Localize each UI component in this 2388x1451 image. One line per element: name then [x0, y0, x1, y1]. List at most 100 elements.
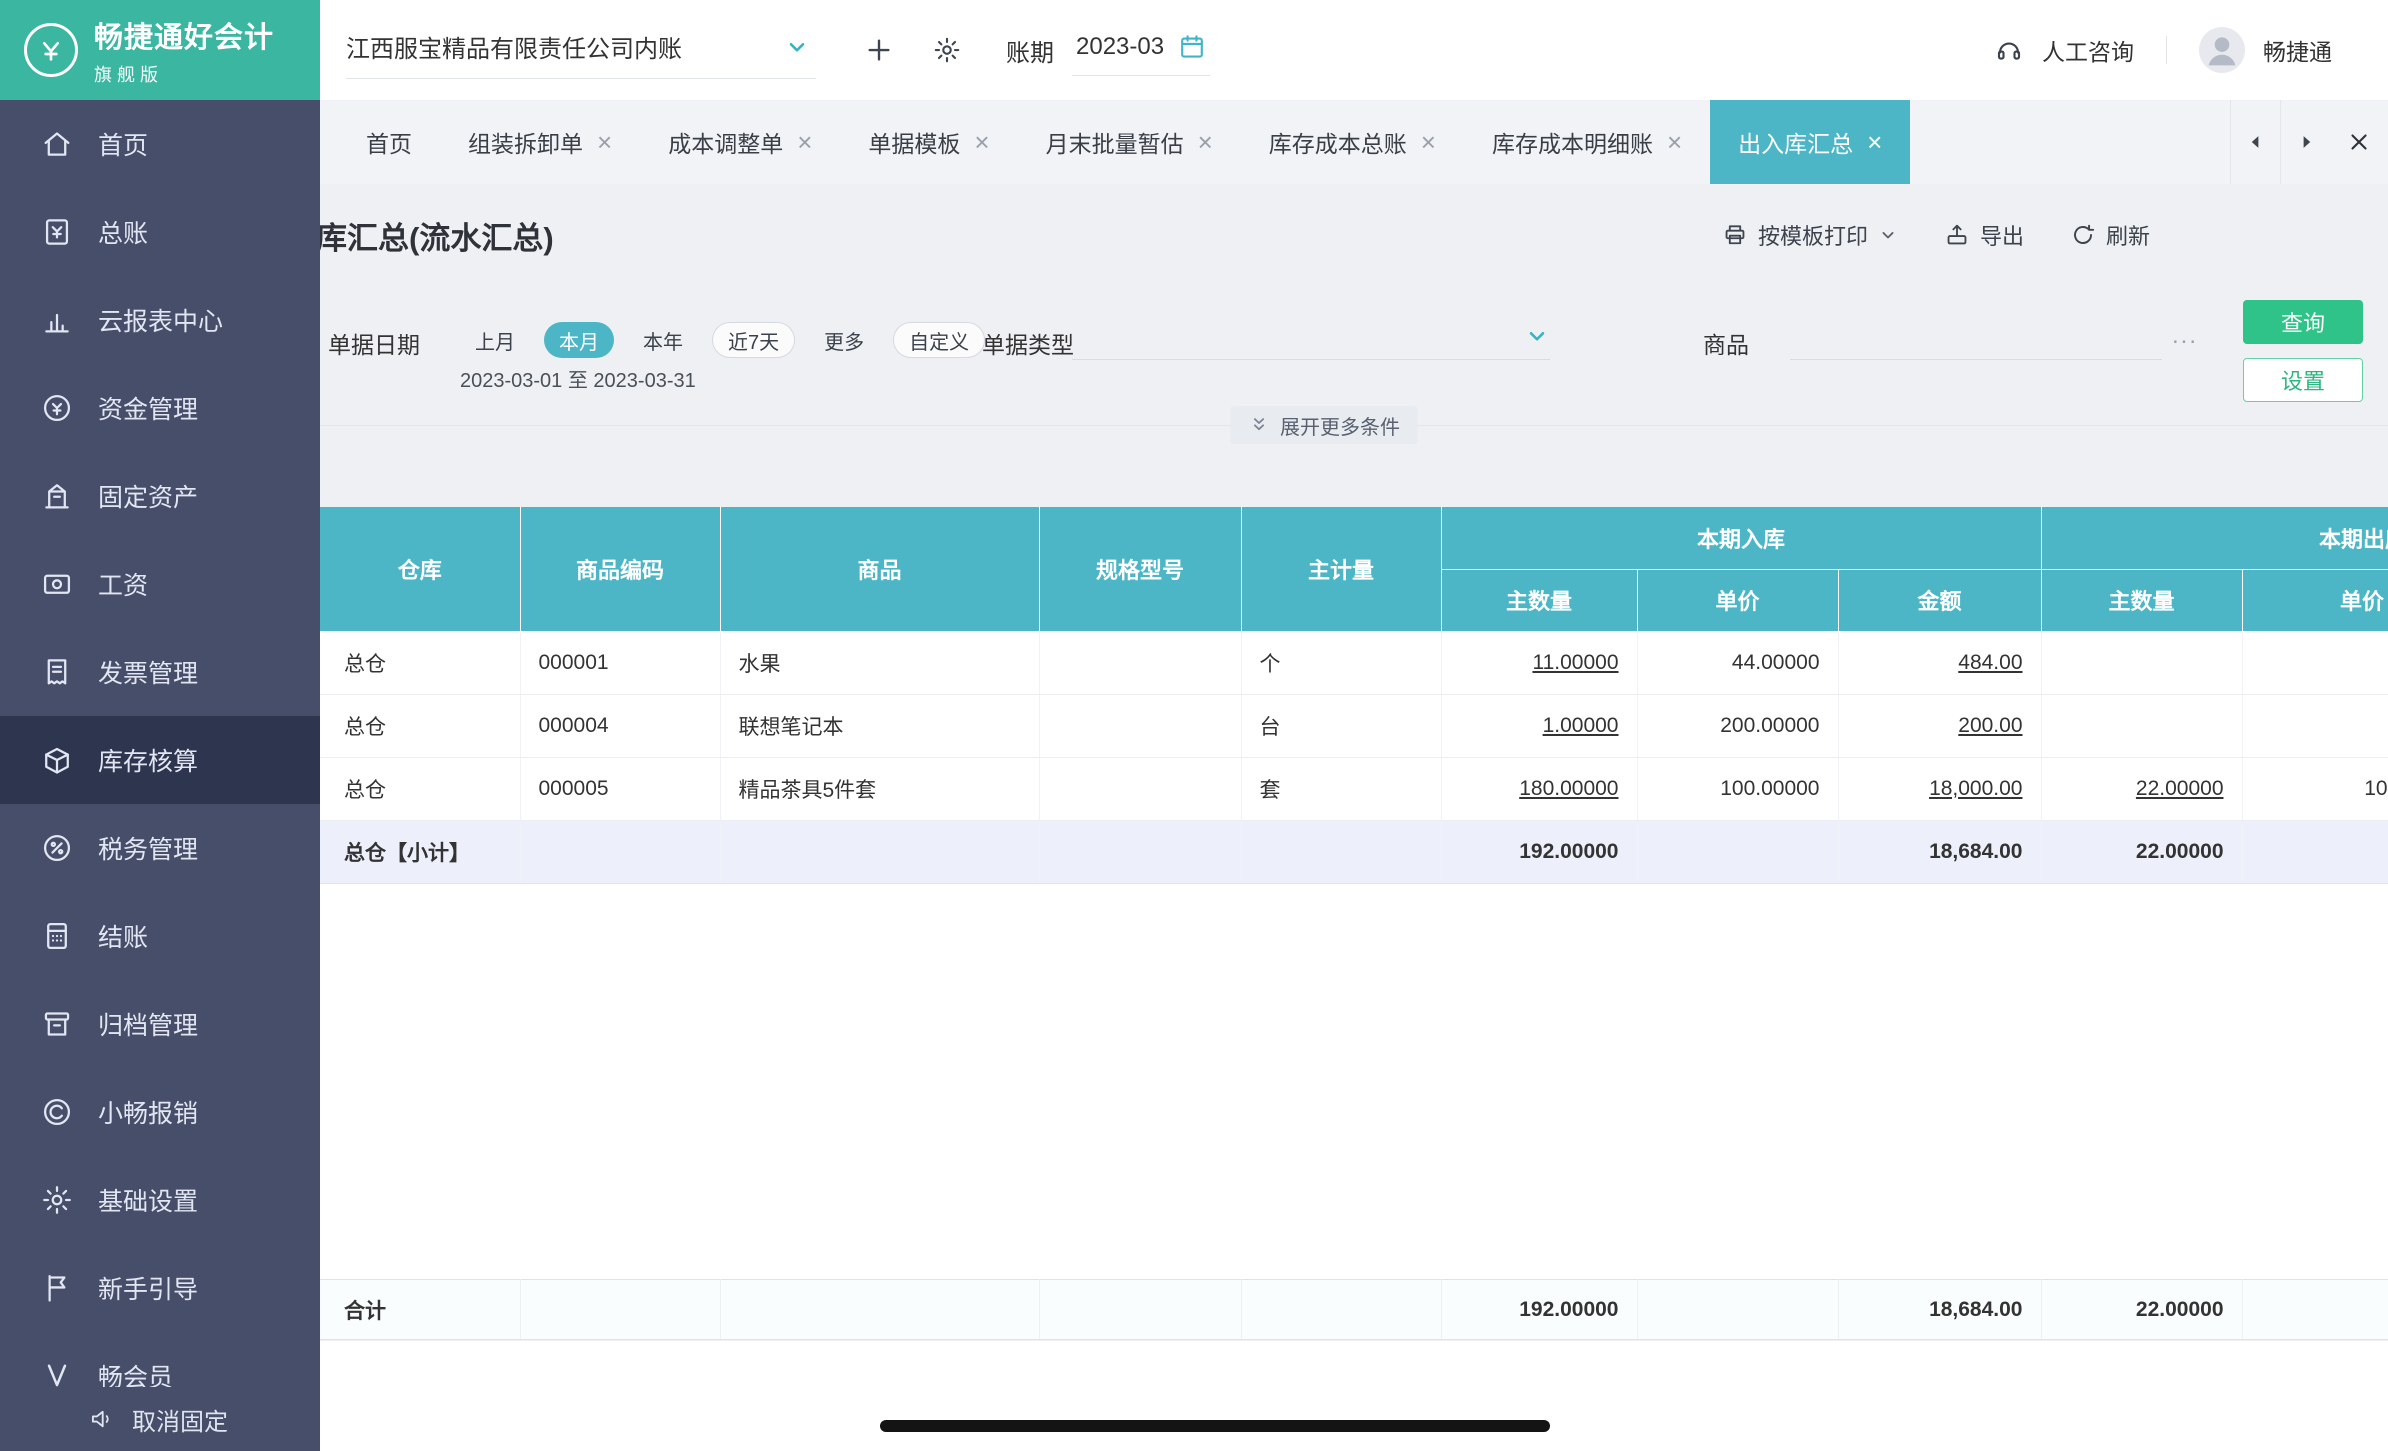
tab-month-end-estimate[interactable]: 月末批量暂估 × [1018, 100, 1241, 184]
main-content: 库汇总(流水汇总) 按模板打印 导出 刷新 单据日期 上月 本月 本年 近7天 … [316, 184, 2388, 1451]
user-name: 畅捷通 [2263, 39, 2332, 65]
close-icon[interactable]: × [1667, 129, 1682, 155]
guide-icon [40, 1271, 74, 1305]
expand-more-conditions-button[interactable]: 展开更多条件 [1230, 406, 1418, 444]
close-icon[interactable]: × [597, 129, 612, 155]
sidebar-item-tax[interactable]: 税务管理 [0, 804, 320, 892]
product-more-button[interactable]: ... [2172, 322, 2198, 350]
cell: 192.00000 [1441, 819, 1638, 884]
doc-type-select[interactable] [1072, 312, 1550, 360]
salary-icon [40, 567, 74, 601]
page-actions: 按模板打印 导出 刷新 [1722, 219, 2150, 251]
sidebar-item-member[interactable]: 畅会员 [0, 1332, 320, 1387]
sidebar-item-closing[interactable]: 结账 [0, 892, 320, 980]
sidebar-item-settings[interactable]: 基础设置 [0, 1156, 320, 1244]
tab-inventory-cost-detail[interactable]: 库存成本明细账 × [1464, 100, 1710, 184]
table-group-header-row: 仓库 商品编码 商品 规格型号 主计量 本期入库 本期出库 [320, 507, 2388, 632]
tab-inventory-cost-ledger[interactable]: 库存成本总账 × [1241, 100, 1464, 184]
cell: 合计 [320, 1279, 521, 1340]
sidebar-item-home[interactable]: 首页 [0, 100, 320, 188]
pill-this-year[interactable]: 本年 [628, 322, 698, 358]
pill-custom[interactable]: 自定义 [893, 322, 986, 358]
horizontal-scrollbar[interactable] [880, 1420, 1550, 1432]
table-row: 总仓 000005 精品茶具5件套 套 180.00000 100.00000 … [320, 757, 2388, 821]
sidebar-item-cloud-report[interactable]: 云报表中心 [0, 276, 320, 364]
cell [1039, 1279, 1242, 1340]
link-value[interactable]: 200.00 [1958, 714, 2022, 737]
link-value[interactable]: 18,000.00 [1929, 777, 2022, 800]
link-value[interactable]: 180.00000 [1519, 777, 1618, 800]
refresh-label: 刷新 [2105, 224, 2150, 249]
export-button[interactable]: 导出 [1944, 219, 2024, 251]
tab-in-out-summary[interactable]: 出入库汇总 × [1710, 100, 1911, 184]
sidebar-item-label: 总账 [98, 220, 149, 248]
pill-last-7-days[interactable]: 近7天 [712, 322, 796, 358]
tab-label: 首页 [366, 131, 412, 157]
company-selector[interactable]: 江西服宝精品有限责任公司内账 [346, 21, 816, 79]
table-total-footer: 合计 192.00000 18,684.00 22.00000 [320, 1279, 2388, 1340]
pill-last-month[interactable]: 上月 [460, 322, 530, 358]
period-section: 账期 2023-03 [1006, 25, 1211, 76]
link-value[interactable]: 1.00000 [1543, 714, 1619, 737]
support-link[interactable]: 人工咨询 [2042, 33, 2134, 67]
sidebar-item-inventory[interactable]: 库存核算 [0, 716, 320, 804]
close-icon[interactable]: × [797, 129, 812, 155]
cell: 100.00000 [1637, 757, 1839, 821]
settings-button[interactable]: 设置 [2243, 358, 2363, 402]
tab-scroll-right-button[interactable] [2280, 100, 2330, 184]
tab-assembly-disassembly[interactable]: 组装拆卸单 × [440, 100, 640, 184]
gear-icon[interactable] [932, 35, 962, 65]
close-icon[interactable]: × [974, 129, 989, 155]
pill-this-month[interactable]: 本月 [544, 322, 614, 358]
close-icon[interactable]: × [1867, 129, 1882, 155]
member-icon [40, 1359, 74, 1387]
link-value[interactable]: 484.00 [1958, 651, 2022, 674]
sidebar-item-label: 资金管理 [98, 396, 199, 424]
page-title: 库汇总(流水汇总) [316, 220, 554, 256]
print-label: 按模板打印 [1757, 224, 1868, 249]
column-header-qty: 主数量 [2041, 569, 2243, 632]
link-value[interactable]: 11.00000 [1532, 651, 1618, 674]
cell: 22.00000 [2041, 819, 2243, 884]
print-by-template-button[interactable]: 按模板打印 [1722, 219, 1898, 251]
period-picker[interactable]: 2023-03 [1072, 25, 1211, 76]
divider [2166, 36, 2167, 64]
invoice-icon [40, 655, 74, 689]
sidebar-item-label: 税务管理 [98, 836, 199, 864]
cell [1637, 819, 1839, 884]
sidebar-item-guide[interactable]: 新手引导 [0, 1244, 320, 1332]
cell [1241, 819, 1442, 884]
sidebar-item-label: 小畅报销 [98, 1100, 199, 1128]
tab-home[interactable]: 首页 [338, 100, 440, 184]
query-button[interactable]: 查询 [2243, 300, 2363, 344]
sidebar-unpin-label: 取消固定 [132, 1408, 228, 1436]
column-header-qty: 主数量 [1441, 569, 1638, 632]
tab-cost-adjustment[interactable]: 成本调整单 × [640, 100, 840, 184]
close-icon[interactable]: × [1198, 129, 1213, 155]
sidebar-item-fixed-asset[interactable]: 固定资产 [0, 452, 320, 540]
pill-more[interactable]: 更多 [809, 322, 879, 358]
sidebar-item-funds[interactable]: 资金管理 [0, 364, 320, 452]
sidebar-item-salary[interactable]: 工资 [0, 540, 320, 628]
tab-scroll-left-button[interactable] [2230, 100, 2280, 184]
column-header-price: 单价 [2242, 569, 2388, 632]
doc-type-label: 单据类型 [982, 332, 1074, 358]
cell: 000004 [520, 694, 721, 758]
cell [520, 819, 721, 884]
tab-doc-template[interactable]: 单据模板 × [840, 100, 1017, 184]
sidebar-item-invoice[interactable]: 发票管理 [0, 628, 320, 716]
sidebar-item-archive[interactable]: 归档管理 [0, 980, 320, 1068]
tab-label: 成本调整单 [668, 131, 784, 157]
sidebar-item-ledger[interactable]: 总账 [0, 188, 320, 276]
close-icon[interactable]: × [1421, 129, 1436, 155]
product-input[interactable] [1790, 312, 2162, 360]
cell [1637, 1279, 1839, 1340]
link-value[interactable]: 22.00000 [2136, 777, 2224, 800]
sidebar-item-label: 云报表中心 [98, 308, 224, 336]
add-button[interactable] [864, 35, 894, 65]
close-all-tabs-button[interactable] [2330, 100, 2388, 184]
refresh-button[interactable]: 刷新 [2070, 219, 2150, 251]
sidebar-unpin-button[interactable]: 取消固定 [0, 1387, 320, 1451]
avatar[interactable] [2199, 27, 2245, 73]
sidebar-item-reimburse[interactable]: 小畅报销 [0, 1068, 320, 1156]
